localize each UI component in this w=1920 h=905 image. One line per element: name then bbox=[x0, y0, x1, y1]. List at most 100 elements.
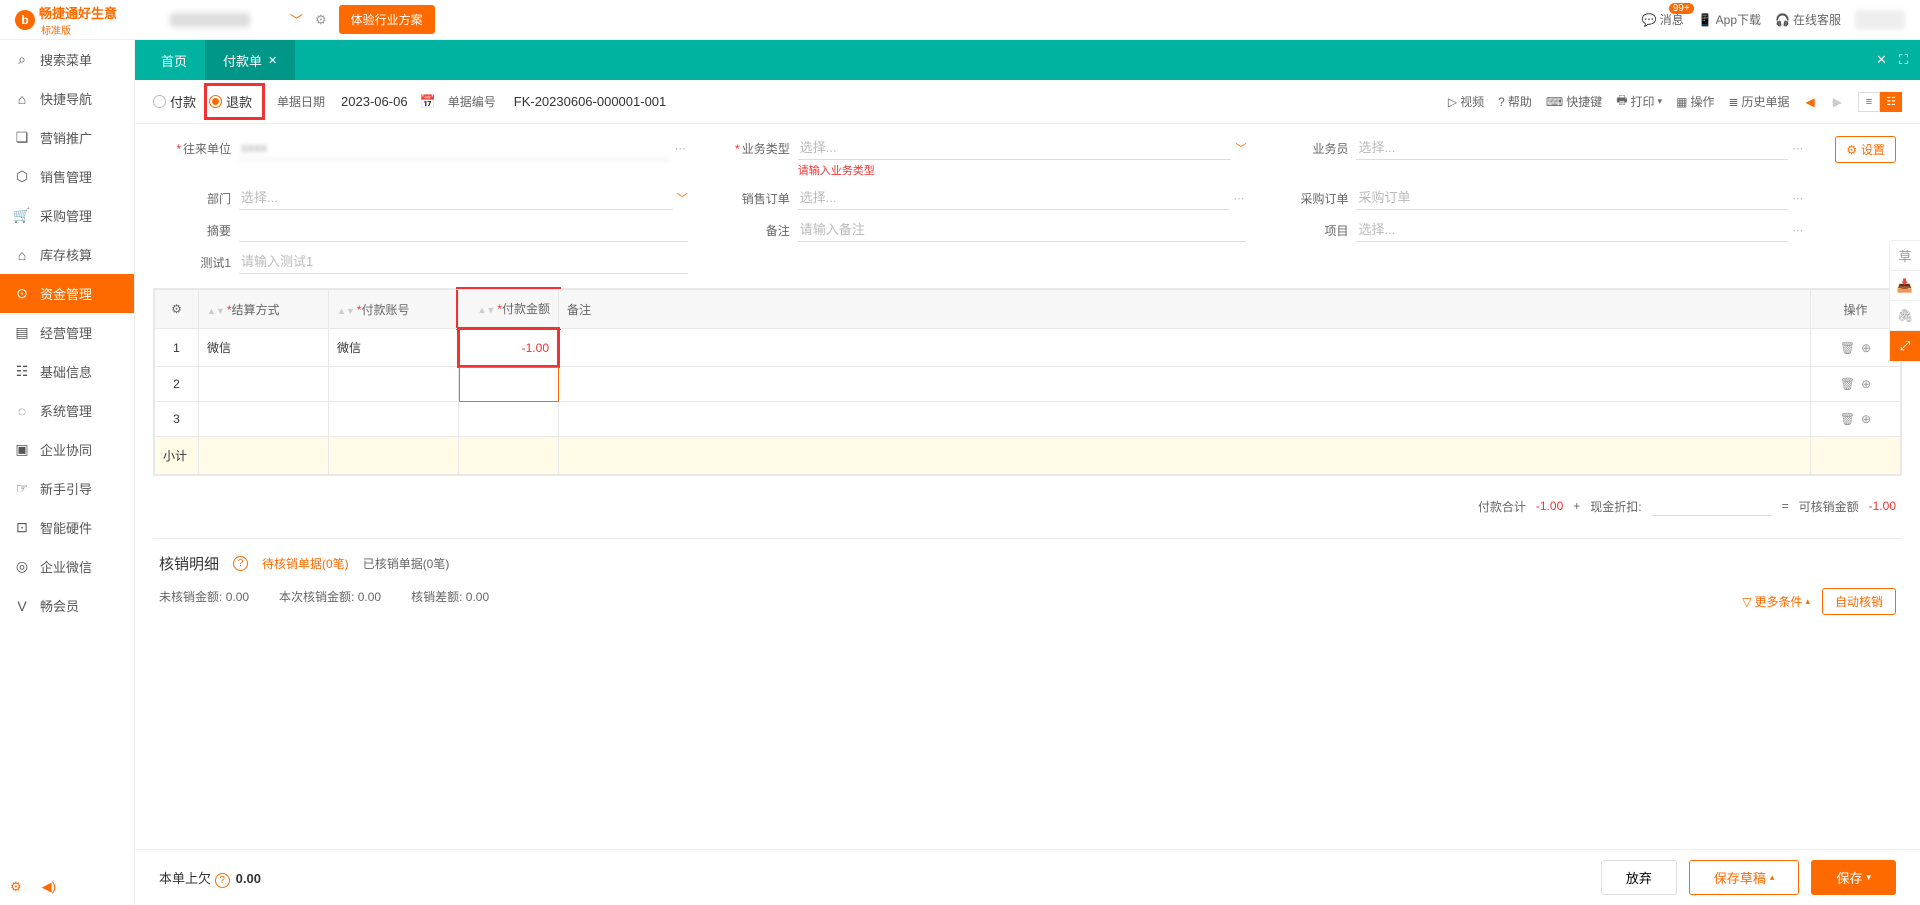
radio-refund[interactable]: 退款 bbox=[209, 92, 252, 111]
sidebar-item-2[interactable]: ❏营销推广 bbox=[0, 118, 134, 157]
tab-close-all-icon[interactable]: ✕ bbox=[1876, 52, 1887, 68]
sidebar-item-12[interactable]: ⊡智能硬件 bbox=[0, 508, 134, 547]
tab-fullscreen-icon[interactable]: ⛶ bbox=[1899, 52, 1908, 68]
print-link[interactable]: 🖶打印▾ bbox=[1616, 91, 1662, 112]
delete-row-icon[interactable]: 🗑 bbox=[1840, 341, 1855, 355]
sidebar-item-11[interactable]: ☞新手引导 bbox=[0, 469, 134, 508]
amount-cell[interactable]: -1.00 bbox=[459, 329, 559, 367]
abandon-button[interactable]: 放弃 bbox=[1601, 860, 1677, 895]
biztype-field[interactable]: *业务类型 ﹀ bbox=[718, 136, 1247, 160]
sidebar-item-5[interactable]: ⌂库存核算 bbox=[0, 235, 134, 274]
col-settle[interactable]: ▲▼*结算方式 bbox=[199, 290, 329, 329]
delete-row-icon[interactable]: 🗑 bbox=[1840, 377, 1855, 391]
table-row[interactable]: 3 🗑⊕ bbox=[155, 402, 1901, 437]
discount-input[interactable] bbox=[1652, 496, 1772, 516]
dept-field[interactable]: 部门 ﹀ bbox=[159, 186, 688, 210]
prev-arrow[interactable]: ◀ bbox=[1804, 95, 1817, 109]
add-row-icon[interactable]: ⊕ bbox=[1861, 412, 1871, 426]
float-inbox-icon[interactable]: 📥 bbox=[1890, 271, 1920, 301]
float-expand-icon[interactable]: ⤢ bbox=[1890, 331, 1920, 361]
view-list-button[interactable]: ≡ bbox=[1858, 92, 1880, 112]
delete-row-icon[interactable]: 🗑 bbox=[1840, 412, 1855, 426]
view-detail-button[interactable]: ☷ bbox=[1880, 92, 1902, 112]
add-row-icon[interactable]: ⊕ bbox=[1861, 341, 1871, 355]
company-selector[interactable]: ﹀ bbox=[170, 10, 303, 29]
sidebar-item-4[interactable]: 🛒采购管理 bbox=[0, 196, 134, 235]
auto-writeoff-button[interactable]: 自动核销 bbox=[1822, 588, 1896, 615]
acct-cell[interactable]: 微信 bbox=[329, 329, 459, 367]
experience-button[interactable]: 体验行业方案 bbox=[339, 5, 435, 34]
acct-cell[interactable] bbox=[329, 402, 459, 437]
settle-cell[interactable] bbox=[199, 367, 329, 402]
more-icon[interactable]: ⋯ bbox=[1233, 192, 1246, 205]
settle-cell[interactable] bbox=[199, 402, 329, 437]
remark-cell[interactable] bbox=[559, 402, 1811, 437]
test1-field[interactable]: 测试1 bbox=[159, 250, 688, 274]
settings-icon[interactable]: ⚙ bbox=[10, 879, 22, 895]
customer-service-link[interactable]: 🎧 在线客服 bbox=[1775, 11, 1841, 28]
settle-cell[interactable]: 微信 bbox=[199, 329, 329, 367]
date-value[interactable]: 2023-06-06 bbox=[341, 94, 408, 109]
more-conditions[interactable]: ▽更多条件▴ bbox=[1742, 593, 1810, 610]
float-draft-icon[interactable]: 草 bbox=[1890, 241, 1920, 271]
remark-cell[interactable] bbox=[559, 367, 1811, 402]
sidebar-item-13[interactable]: ◎企业微信 bbox=[0, 547, 134, 586]
sidebar-item-0[interactable]: ⌕搜索菜单 bbox=[0, 40, 134, 79]
calendar-icon[interactable]: 📅 bbox=[420, 94, 436, 110]
sidebar-item-10[interactable]: ▣企业协同 bbox=[0, 430, 134, 469]
help-link[interactable]: ?帮助 bbox=[1498, 93, 1532, 110]
col-account[interactable]: ▲▼*付款账号 bbox=[329, 290, 459, 329]
table-row[interactable]: 2 🗑⊕ bbox=[155, 367, 1901, 402]
pending-tab[interactable]: 待核销单据(0笔) bbox=[262, 555, 349, 572]
sidebar-item-8[interactable]: ☷基础信息 bbox=[0, 352, 134, 391]
chevron-down-icon[interactable]: ﹀ bbox=[677, 190, 688, 206]
gear-icon[interactable]: ⚙ bbox=[315, 12, 327, 28]
save-draft-button[interactable]: 保存草稿▴ bbox=[1689, 860, 1800, 895]
col-remark[interactable]: 备注 bbox=[559, 290, 1811, 329]
video-link[interactable]: ▷视频 bbox=[1448, 93, 1484, 110]
chevron-down-icon[interactable]: ﹀ bbox=[1235, 140, 1246, 156]
tab-home[interactable]: 首页 bbox=[143, 40, 205, 80]
unit-field[interactable]: *往来单位 xxxx ⋯ bbox=[159, 136, 688, 160]
float-attach-icon[interactable]: 🖇 bbox=[1890, 301, 1920, 331]
add-row-icon[interactable]: ⊕ bbox=[1861, 377, 1871, 391]
app-download-link[interactable]: 📱 App下载 bbox=[1698, 11, 1761, 28]
collapse-icon[interactable]: ◀) bbox=[42, 879, 56, 895]
help-icon[interactable]: ? bbox=[215, 873, 230, 888]
sidebar-item-14[interactable]: V畅会员 bbox=[0, 586, 134, 625]
more-icon[interactable]: ⋯ bbox=[1792, 142, 1805, 155]
done-tab[interactable]: 已核销单据(0笔) bbox=[363, 555, 450, 572]
sidebar-item-1[interactable]: ⌂快捷导航 bbox=[0, 79, 134, 118]
project-field[interactable]: 项目 ⋯ bbox=[1276, 218, 1805, 242]
more-icon[interactable]: ⋯ bbox=[1792, 224, 1805, 237]
col-amount[interactable]: ▲▼*付款金额 bbox=[459, 290, 559, 329]
history-link[interactable]: ≣历史单据 bbox=[1728, 93, 1789, 110]
remark-field[interactable]: 备注 bbox=[718, 218, 1247, 242]
amount-cell[interactable] bbox=[459, 367, 559, 402]
amount-cell[interactable] bbox=[459, 402, 559, 437]
more-icon[interactable]: ⋯ bbox=[1792, 192, 1805, 205]
ops-link[interactable]: ▦操作 bbox=[1676, 93, 1714, 110]
clerk-field[interactable]: 业务员 ⋯ bbox=[1276, 136, 1805, 160]
gear-column[interactable]: ⚙ bbox=[155, 290, 199, 329]
sidebar-item-3[interactable]: ⬡销售管理 bbox=[0, 157, 134, 196]
save-button[interactable]: 保存▾ bbox=[1811, 860, 1896, 895]
sidebar-item-7[interactable]: ▤经营管理 bbox=[0, 313, 134, 352]
setting-button[interactable]: ⚙设置 bbox=[1835, 136, 1896, 163]
more-icon[interactable]: ⋯ bbox=[675, 142, 688, 155]
next-arrow[interactable]: ▶ bbox=[1831, 95, 1844, 109]
messages-link[interactable]: 💬 消息 99+ bbox=[1642, 11, 1684, 28]
remark-cell[interactable] bbox=[559, 329, 1811, 367]
sale-order-field[interactable]: 销售订单 ⋯ bbox=[718, 186, 1247, 210]
tab-payment[interactable]: 付款单 ✕ bbox=[205, 40, 295, 80]
sidebar-item-6[interactable]: ⊙资金管理 bbox=[0, 274, 134, 313]
acct-cell[interactable] bbox=[329, 367, 459, 402]
purchase-order-field[interactable]: 采购订单 ⋯ bbox=[1276, 186, 1805, 210]
user-avatar[interactable] bbox=[1855, 10, 1905, 30]
shortcut-link[interactable]: ⌨快捷键 bbox=[1546, 93, 1602, 110]
table-row[interactable]: 1 微信 微信 -1.00 🗑⊕ bbox=[155, 329, 1901, 367]
help-icon[interactable]: ? bbox=[233, 556, 248, 571]
summary-field[interactable]: 摘要 bbox=[159, 218, 688, 242]
close-icon[interactable]: ✕ bbox=[268, 54, 277, 67]
sidebar-item-9[interactable]: ◌系统管理 bbox=[0, 391, 134, 430]
